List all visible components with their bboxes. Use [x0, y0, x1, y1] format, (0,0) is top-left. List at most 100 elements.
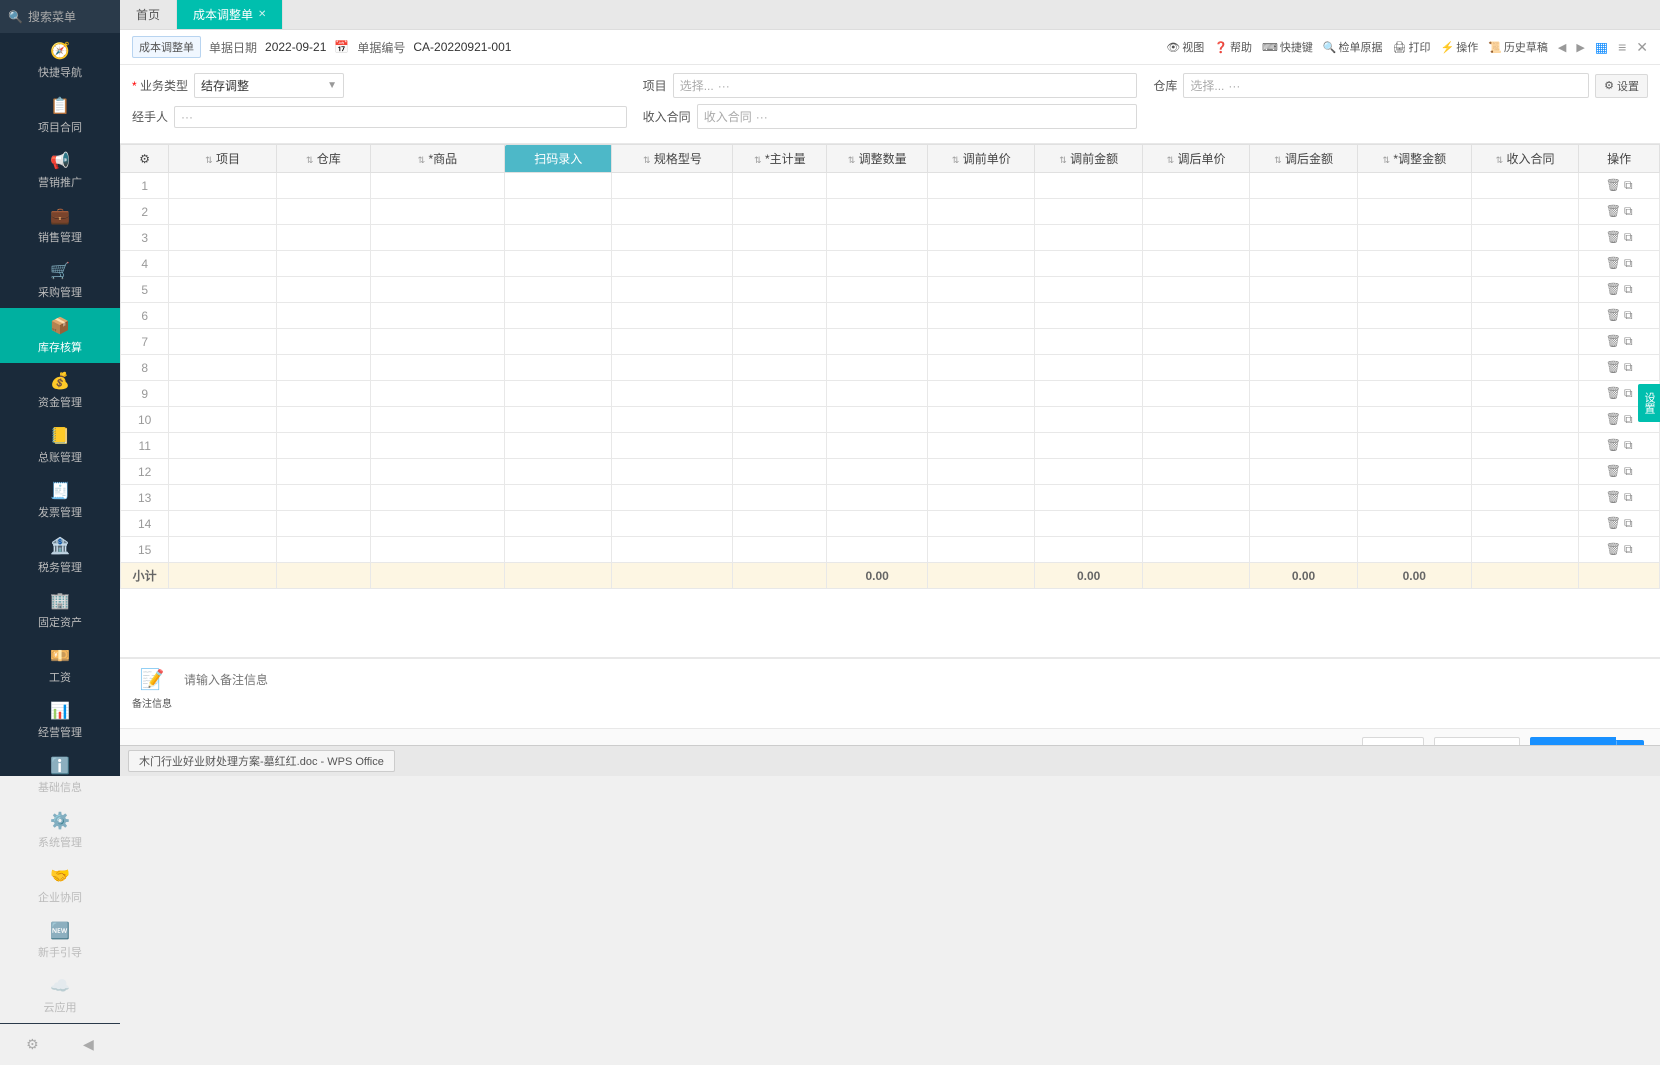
- table-cell[interactable]: [1250, 511, 1357, 537]
- sidebar-item-ledger-mgmt[interactable]: 📒 总账管理: [0, 418, 120, 473]
- table-cell[interactable]: [1250, 459, 1357, 485]
- sidebar-item-sales-mgmt[interactable]: 💼 销售管理: [0, 198, 120, 253]
- copy-row-icon[interactable]: ⧉: [1624, 334, 1633, 349]
- table-cell[interactable]: [733, 433, 827, 459]
- table-cell[interactable]: [1357, 433, 1471, 459]
- table-cell[interactable]: [1357, 225, 1471, 251]
- delete-row-icon[interactable]: 🗑: [1606, 308, 1621, 323]
- table-cell[interactable]: [370, 511, 504, 537]
- table-cell[interactable]: [1142, 251, 1249, 277]
- table-cell[interactable]: [928, 459, 1035, 485]
- table-cell[interactable]: [1250, 381, 1357, 407]
- col-warehouse[interactable]: ⇅ 仓库: [276, 145, 370, 173]
- nav-left-icon[interactable]: ◀: [1558, 41, 1566, 54]
- table-cell[interactable]: [827, 485, 928, 511]
- table-cell[interactable]: [1035, 459, 1142, 485]
- table-cell[interactable]: [276, 433, 370, 459]
- copy-row-icon[interactable]: ⧉: [1624, 204, 1633, 219]
- table-cell[interactable]: [827, 459, 928, 485]
- table-cell[interactable]: [169, 251, 276, 277]
- list-icon[interactable]: ≡: [1618, 39, 1626, 55]
- table-cell[interactable]: [505, 355, 612, 381]
- table-cell[interactable]: [1142, 407, 1249, 433]
- table-cell[interactable]: [370, 459, 504, 485]
- table-cell[interactable]: [370, 485, 504, 511]
- income-contract-input[interactable]: 收入合同 ···: [697, 104, 1138, 129]
- table-cell[interactable]: [370, 225, 504, 251]
- table-cell[interactable]: [276, 381, 370, 407]
- table-cell[interactable]: [370, 381, 504, 407]
- table-cell[interactable]: [1035, 277, 1142, 303]
- agent-ellipsis-icon[interactable]: ···: [181, 110, 193, 124]
- table-cell[interactable]: [1035, 381, 1142, 407]
- copy-row-icon[interactable]: ⧉: [1624, 542, 1633, 557]
- table-cell[interactable]: [276, 329, 370, 355]
- table-cell[interactable]: [276, 355, 370, 381]
- project-ellipsis-icon[interactable]: ···: [718, 79, 730, 93]
- col-income[interactable]: ⇅ 收入合同: [1471, 145, 1578, 173]
- table-cell[interactable]: [505, 485, 612, 511]
- table-cell[interactable]: [370, 407, 504, 433]
- table-cell[interactable]: [928, 381, 1035, 407]
- table-cell[interactable]: [1471, 459, 1578, 485]
- table-cell[interactable]: [1357, 277, 1471, 303]
- table-cell[interactable]: [827, 225, 928, 251]
- table-cell[interactable]: [733, 277, 827, 303]
- table-cell[interactable]: [928, 329, 1035, 355]
- copy-row-icon[interactable]: ⧉: [1624, 282, 1633, 297]
- table-cell[interactable]: [1250, 199, 1357, 225]
- col-settings[interactable]: ⚙: [121, 145, 169, 173]
- table-cell[interactable]: [827, 251, 928, 277]
- table-cell[interactable]: [733, 225, 827, 251]
- sidebar-item-tax-mgmt[interactable]: 🏦 税务管理: [0, 528, 120, 583]
- table-cell[interactable]: [612, 433, 733, 459]
- sidebar-item-new-guide[interactable]: 🆕 新手引导: [0, 913, 120, 968]
- col-pre-price[interactable]: ⇅ 调前单价: [928, 145, 1035, 173]
- table-cell[interactable]: [827, 173, 928, 199]
- warehouse-input[interactable]: 选择... ···: [1183, 73, 1589, 98]
- table-cell[interactable]: [1035, 537, 1142, 563]
- table-cell[interactable]: [276, 251, 370, 277]
- table-cell[interactable]: [276, 303, 370, 329]
- table-cell[interactable]: [827, 199, 928, 225]
- table-cell[interactable]: [169, 173, 276, 199]
- delete-row-icon[interactable]: 🗑: [1606, 464, 1621, 479]
- sidebar-item-sales-promo[interactable]: 📢 营销推广: [0, 143, 120, 198]
- sidebar-item-system-mgmt[interactable]: ⚙️ 系统管理: [0, 803, 120, 858]
- grid-icon[interactable]: ▦: [1595, 39, 1608, 56]
- table-cell[interactable]: [827, 329, 928, 355]
- table-cell[interactable]: [928, 277, 1035, 303]
- table-cell[interactable]: [1471, 277, 1578, 303]
- sidebar-item-fixed-assets[interactable]: 🏢 固定资产: [0, 583, 120, 638]
- table-cell[interactable]: [169, 225, 276, 251]
- table-cell[interactable]: [1471, 329, 1578, 355]
- table-cell[interactable]: [1250, 277, 1357, 303]
- table-cell[interactable]: [1357, 381, 1471, 407]
- copy-row-icon[interactable]: ⧉: [1624, 516, 1633, 531]
- table-cell[interactable]: [827, 537, 928, 563]
- table-cell[interactable]: [276, 537, 370, 563]
- table-cell[interactable]: [370, 433, 504, 459]
- table-cell[interactable]: [169, 511, 276, 537]
- table-cell[interactable]: [928, 433, 1035, 459]
- table-cell[interactable]: [1142, 511, 1249, 537]
- table-cell[interactable]: [733, 485, 827, 511]
- table-cell[interactable]: [733, 407, 827, 433]
- sidebar-item-fund-mgmt[interactable]: 💰 资金管理: [0, 363, 120, 418]
- table-cell[interactable]: [370, 537, 504, 563]
- table-cell[interactable]: [276, 199, 370, 225]
- table-cell[interactable]: [612, 251, 733, 277]
- table-cell[interactable]: [1471, 381, 1578, 407]
- table-cell[interactable]: [1035, 173, 1142, 199]
- table-cell[interactable]: [1142, 329, 1249, 355]
- tab-close-icon[interactable]: ✕: [258, 9, 266, 20]
- table-cell[interactable]: [1471, 537, 1578, 563]
- col-spec[interactable]: ⇅ 规格型号: [612, 145, 733, 173]
- table-cell[interactable]: [733, 329, 827, 355]
- delete-row-icon[interactable]: 🗑: [1606, 516, 1621, 531]
- copy-row-icon[interactable]: ⧉: [1624, 230, 1633, 245]
- table-cell[interactable]: [733, 303, 827, 329]
- table-cell[interactable]: [827, 381, 928, 407]
- table-cell[interactable]: [1142, 173, 1249, 199]
- table-cell[interactable]: [827, 433, 928, 459]
